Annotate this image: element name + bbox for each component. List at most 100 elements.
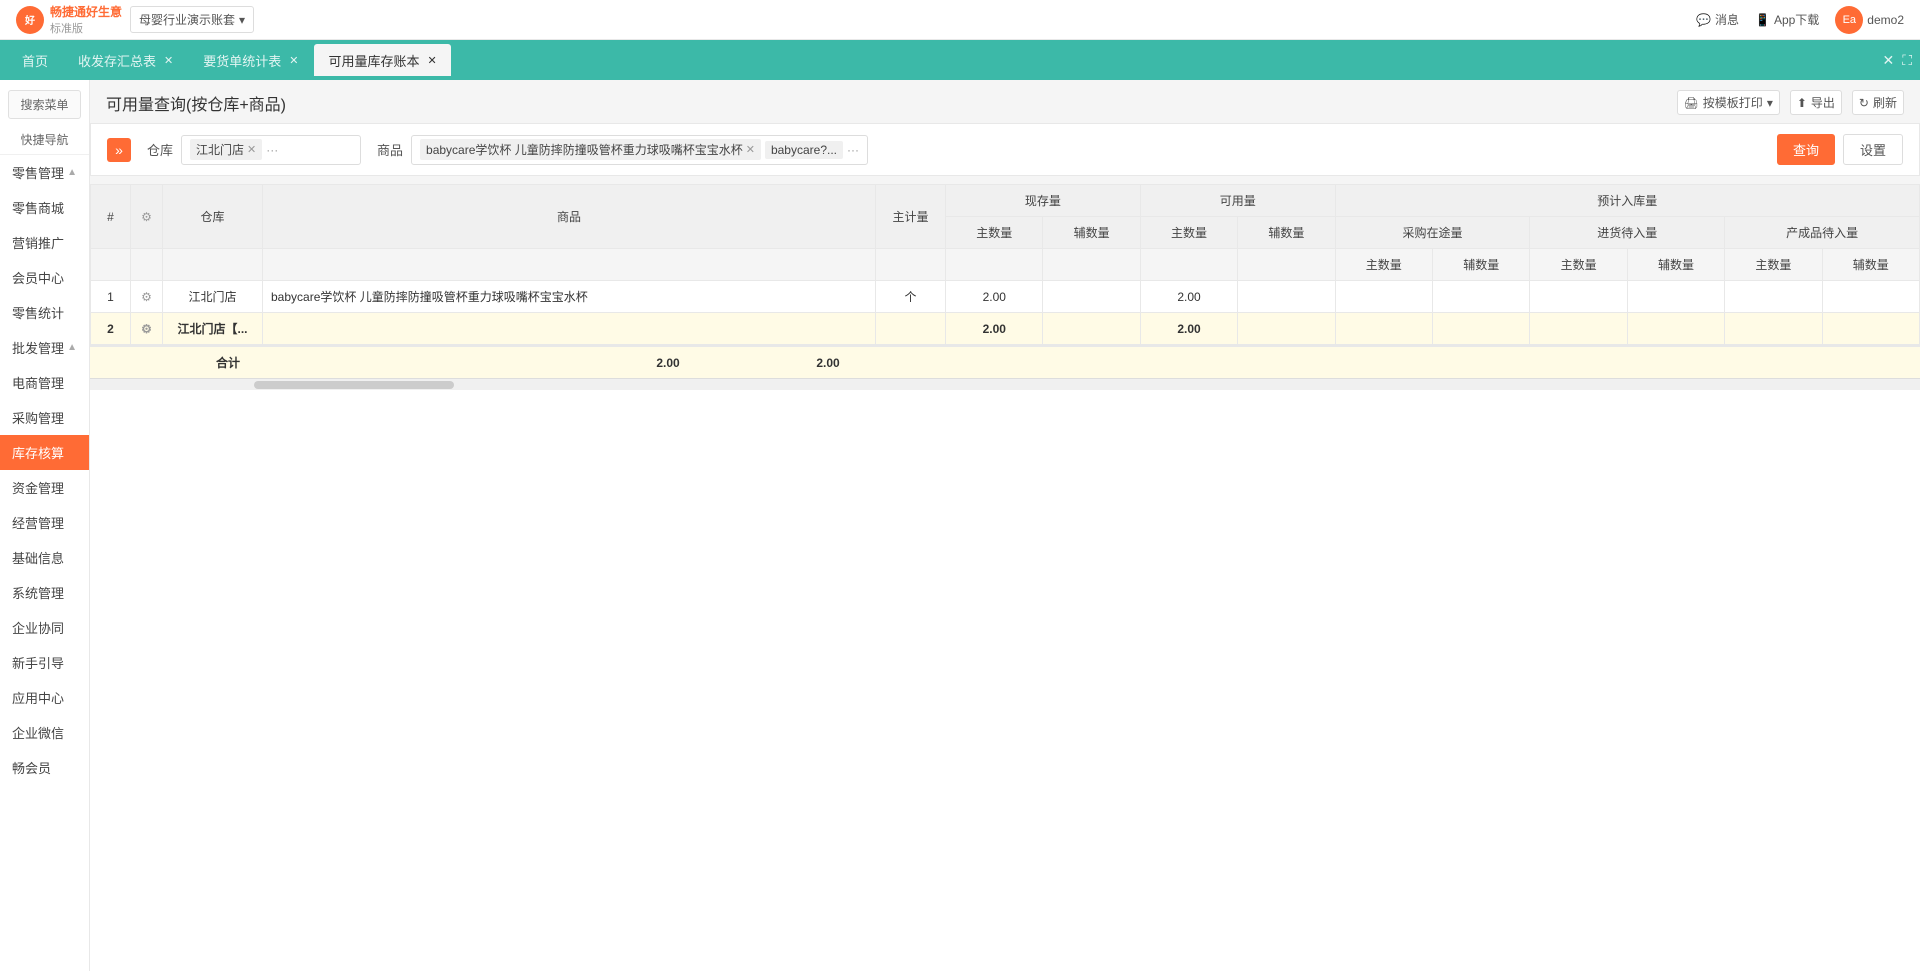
sidebar: 搜索菜单 快捷导航 零售管理▲零售商城营销推广会员中心零售统计批发管理▲电商管理… [0,80,90,971]
warehouse-input[interactable]: 江北门店 ✕ ··· [181,135,361,165]
sidebar-item-enterprise-wechat[interactable]: 企业微信 [0,715,89,750]
sidebar-item-retail-stats[interactable]: 零售统计 [0,295,89,330]
product-tag-1: babycare学饮杯 儿童防摔防撞吸管杯重力球吸嘴杯宝宝水杯 ✕ [420,139,761,160]
sidebar-item-app-center[interactable]: 应用中心 [0,680,89,715]
remove-warehouse-tag[interactable]: ✕ [247,143,256,156]
col-current-stock-header: 现存量 [946,185,1141,217]
col-production-main-header: 主数量 [1725,249,1822,281]
filter-expand-button[interactable]: » [107,138,131,162]
tab-receive-send[interactable]: 收发存汇总表 ✕ [64,44,187,76]
product-tag-2: babycare?... [765,141,843,159]
avatar: Ea [1835,6,1863,34]
query-button[interactable]: 查询 [1777,134,1835,165]
print-template-button[interactable]: 🖨 按模板打印 ▾ [1677,90,1780,115]
sidebar-arrow-icon: ▲ [67,167,77,178]
brand-sub: 标准版 [50,20,122,36]
sidebar-item-member[interactable]: 畅会员 [0,750,89,785]
sidebar-item-label: 批发管理 [12,338,64,357]
sidebar-item-wholesale-mgmt[interactable]: 批发管理▲ [0,330,89,365]
close-tab-receive-send[interactable]: ✕ [164,54,173,67]
sidebar-item-purchase-mgmt[interactable]: 采购管理 [0,400,89,435]
page-header: 可用量查询(按仓库+商品) 🖨 按模板打印 ▾ ⬆ 导出 ↻ 刷新 [90,80,1920,123]
col-inbound-pending-header: 进货待入量 [1530,217,1725,249]
col-gear-header[interactable]: ⚙ [131,185,163,249]
col-available-main-header: 主数量 [1140,217,1237,249]
sidebar-nav: 零售管理▲零售商城营销推广会员中心零售统计批发管理▲电商管理采购管理库存核算资金… [0,155,89,785]
sidebar-item-label: 资金管理 [12,478,64,497]
product-more-options[interactable]: ··· [847,143,859,157]
sidebar-item-label: 零售统计 [12,303,64,322]
sidebar-item-retail-mgmt[interactable]: 零售管理▲ [0,155,89,190]
nav-tabs: 首页 收发存汇总表 ✕ 要货单统计表 ✕ 可用量库存账本 ✕ ✕ ⛶ [0,40,1920,80]
sidebar-item-retail-mall[interactable]: 零售商城 [0,190,89,225]
horizontal-scrollbar[interactable] [90,378,1920,390]
col-index-header: # [91,185,131,249]
search-menu-button[interactable]: 搜索菜单 [8,90,81,119]
brand-name: 畅捷通好生意 [50,3,122,20]
sidebar-item-label: 会员中心 [12,268,64,287]
tab-available-stock[interactable]: 可用量库存账本 ✕ [314,44,450,76]
sidebar-item-marketing[interactable]: 营销推广 [0,225,89,260]
close-tab-available-stock[interactable]: ✕ [428,54,437,67]
product-input[interactable]: babycare学饮杯 儿童防摔防撞吸管杯重力球吸嘴杯宝宝水杯 ✕ babyca… [411,135,868,165]
tab-home[interactable]: 首页 [8,44,62,76]
sidebar-item-operations-mgmt[interactable]: 经营管理 [0,505,89,540]
export-button[interactable]: ⬆ 导出 [1790,90,1842,115]
sidebar-arrow-icon: ▲ [67,342,77,353]
sidebar-item-label: 经营管理 [12,513,64,532]
data-table: # ⚙ 仓库 商品 主计量 现存量 可用量 预计入库量 主数量 辅数量 主数量 … [90,184,1920,345]
expand-nav-icon[interactable]: ⛶ [1902,52,1912,69]
refresh-button[interactable]: ↻ 刷新 [1852,90,1904,115]
table-row: 2 ⚙ 江北门店【... 2.00 2.00 [91,313,1920,345]
app-download-button[interactable]: 📱 App下载 [1755,11,1819,28]
warehouse-filter: 仓库 江北门店 ✕ ··· [147,135,361,165]
sidebar-item-system-mgmt[interactable]: 系统管理 [0,575,89,610]
settings-button[interactable]: 设置 [1843,134,1903,165]
sidebar-item-label: 零售商城 [12,198,64,217]
logo-icon: 好 [16,6,44,34]
col-main-unit-header: 主计量 [876,185,946,249]
sidebar-item-finance-mgmt[interactable]: 资金管理 [0,470,89,505]
sidebar-item-label: 新手引导 [12,653,64,672]
col-current-aux-header: 辅数量 [1043,217,1140,249]
sidebar-item-basic-info[interactable]: 基础信息 [0,540,89,575]
sidebar-item-label: 基础信息 [12,548,64,567]
sidebar-item-label: 库存核算 [12,443,64,462]
sidebar-item-label: 零售管理 [12,163,64,182]
sidebar-item-enterprise-collab[interactable]: 企业协同 [0,610,89,645]
remove-product-tag-1[interactable]: ✕ [746,143,755,156]
warehouse-tag: 江北门店 ✕ [190,139,262,160]
page-title: 可用量查询(按仓库+商品) [106,91,286,115]
sidebar-item-member-center[interactable]: 会员中心 [0,260,89,295]
sidebar-item-label: 畅会员 [12,758,51,777]
sidebar-item-label: 营销推广 [12,233,64,252]
industry-selector[interactable]: 母婴行业演示账套 ▾ [130,6,254,33]
close-tab-order-stats[interactable]: ✕ [289,54,298,67]
sidebar-item-new-guide[interactable]: 新手引导 [0,645,89,680]
sidebar-item-label: 企业协同 [12,618,64,637]
product-filter: 商品 babycare学饮杯 儿童防摔防撞吸管杯重力球吸嘴杯宝宝水杯 ✕ bab… [377,135,868,165]
col-purchase-main-header: 主数量 [1335,249,1432,281]
close-nav-icon[interactable]: ✕ [1882,52,1894,69]
col-available-aux-header: 辅数量 [1238,217,1335,249]
user-menu[interactable]: Ea demo2 [1835,6,1904,34]
row-gear[interactable]: ⚙ [131,281,163,313]
data-table-container: # ⚙ 仓库 商品 主计量 现存量 可用量 预计入库量 主数量 辅数量 主数量 … [90,184,1920,971]
sidebar-item-label: 应用中心 [12,688,64,707]
tab-order-stats[interactable]: 要货单统计表 ✕ [189,44,312,76]
warehouse-more-options[interactable]: ··· [266,143,278,157]
col-current-main-header: 主数量 [946,217,1043,249]
row-gear[interactable]: ⚙ [131,313,163,345]
logo-area: 好 畅捷通好生意 标准版 [16,3,122,36]
sidebar-item-label: 企业微信 [12,723,64,742]
sidebar-search-area: 搜索菜单 [0,84,89,125]
sidebar-item-ecommerce-mgmt[interactable]: 电商管理 [0,365,89,400]
col-planned-in-header: 预计入库量 [1335,185,1919,217]
col-available-qty-header: 可用量 [1140,185,1335,217]
sidebar-item-label: 电商管理 [12,373,64,392]
sidebar-item-label: 系统管理 [12,583,64,602]
message-button[interactable]: 💬 消息 [1696,11,1739,28]
sidebar-item-inventory-check[interactable]: 库存核算 [0,435,89,470]
sidebar-item-label: 采购管理 [12,408,64,427]
quick-nav-button[interactable]: 快捷导航 [0,125,89,155]
